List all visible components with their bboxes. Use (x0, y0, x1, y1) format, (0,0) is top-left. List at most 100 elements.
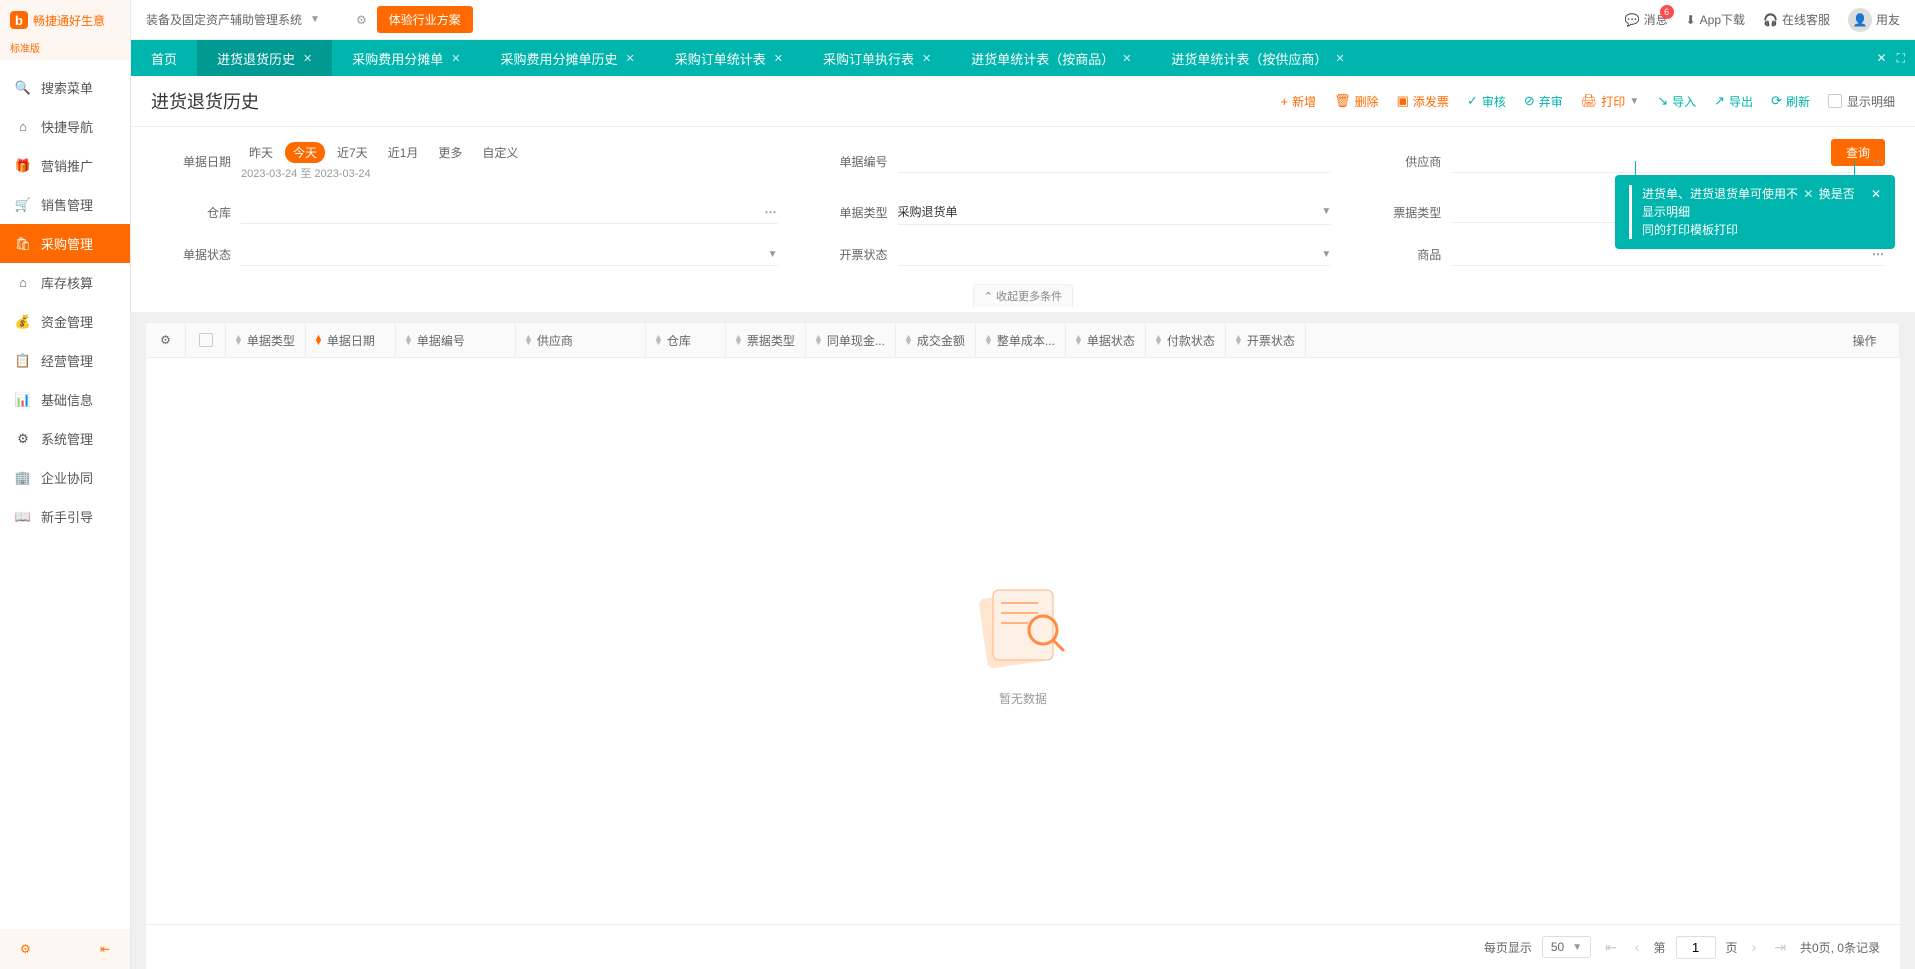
sidebar-item-5[interactable]: ⌂库存核算 (0, 263, 130, 302)
docstatus-select[interactable]: ▼ (241, 244, 778, 266)
tab-2[interactable]: 采购费用分摊单✕ (332, 40, 480, 76)
next-page-button[interactable]: › (1748, 939, 1761, 955)
refresh-button[interactable]: ⟳刷新 (1771, 93, 1810, 110)
column-header[interactable]: ▲▼单据状态 (1066, 323, 1146, 357)
delete-button[interactable]: 🗑删除 (1334, 93, 1379, 110)
column-header[interactable]: ▲▼付款状态 (1146, 323, 1226, 357)
column-header[interactable]: ▲▼同单现金... (806, 323, 896, 357)
add-button[interactable]: +新增 (1280, 93, 1316, 110)
doctype-select[interactable]: 采购退货单▼ (898, 199, 1332, 225)
customer-service-link[interactable]: 🎧 在线客服 (1763, 11, 1830, 28)
sidebar-item-7[interactable]: 📋经营管理 (0, 341, 130, 380)
sidebar-item-0[interactable]: 🔍搜索菜单 (0, 68, 130, 107)
page-title: 进货退货历史 (151, 88, 259, 114)
invoice-button[interactable]: ▣添发票 (1397, 93, 1449, 110)
tab-6[interactable]: 进货单统计表（按商品）✕ (951, 40, 1151, 76)
table-settings-button[interactable]: ⚙ (146, 323, 186, 357)
sort-icon: ▲▼ (1074, 335, 1083, 345)
column-header[interactable]: ▲▼开票状态 (1226, 323, 1306, 357)
import-label: 导入 (1672, 93, 1696, 110)
tab-4[interactable]: 采购订单统计表✕ (655, 40, 803, 76)
app-download-link[interactable]: ⬇ App下载 (1686, 11, 1745, 28)
invoicestatus-select[interactable]: ▼ (898, 244, 1332, 266)
sidebar-item-3[interactable]: 🛒销售管理 (0, 185, 130, 224)
column-header[interactable]: 操作 (1830, 323, 1900, 357)
column-header[interactable]: ▲▼成交金额 (896, 323, 976, 357)
tooltip-inline-close-icon[interactable]: ✕ (1803, 187, 1813, 201)
tab-5[interactable]: 采购订单执行表✕ (803, 40, 951, 76)
column-header[interactable]: ▲▼整单成本... (976, 323, 1066, 357)
date-option[interactable]: 自定义 (474, 142, 526, 163)
sidebar-item-1[interactable]: ⌂快捷导航 (0, 107, 130, 146)
tab-7[interactable]: 进货单统计表（按供应商）✕ (1151, 40, 1364, 76)
export-button[interactable]: ↗导出 (1714, 93, 1753, 110)
sidebar-item-11[interactable]: 📖新手引导 (0, 497, 130, 536)
collapse-filters-button[interactable]: ⌃ 收起更多条件 (973, 284, 1073, 307)
column-header[interactable]: ▲▼单据编号 (396, 323, 516, 357)
sort-icon: ▲▼ (314, 335, 323, 345)
sidebar-item-4[interactable]: 🛍采购管理 (0, 224, 130, 263)
page-input[interactable] (1676, 936, 1716, 959)
import-button[interactable]: ↘导入 (1657, 93, 1696, 110)
tab-bar: 首页进货退货历史✕采购费用分摊单✕采购费用分摊单历史✕采购订单统计表✕采购订单执… (131, 40, 1915, 76)
tab-close-icon[interactable]: ✕ (303, 52, 312, 65)
user-menu[interactable]: 👤 用友 (1848, 8, 1900, 32)
column-header[interactable]: ▲▼供应商 (516, 323, 646, 357)
date-option[interactable]: 更多 (430, 142, 470, 163)
column-header[interactable]: ▲▼单据日期 (306, 323, 396, 357)
date-option[interactable]: 今天 (285, 142, 325, 163)
experience-button[interactable]: 体验行业方案 (377, 6, 473, 33)
system-selector[interactable]: 装备及固定资产辅助管理系统 ▼ (146, 11, 346, 28)
docno-input[interactable] (898, 151, 1332, 173)
sidebar-collapse-icon[interactable]: ⇤ (100, 942, 110, 956)
sidebar-item-8[interactable]: 📊基础信息 (0, 380, 130, 419)
sidebar-item-6[interactable]: 💰资金管理 (0, 302, 130, 341)
tab-close-icon[interactable]: ✕ (774, 52, 783, 65)
close-all-tabs-icon[interactable]: ✕ (1877, 51, 1887, 65)
more-icon[interactable]: ⋯ (1872, 154, 1885, 168)
system-settings-icon[interactable]: ⚙ (356, 13, 367, 27)
tab-close-icon[interactable]: ✕ (451, 52, 460, 65)
prev-page-button[interactable]: ‹ (1631, 939, 1644, 955)
empty-illustration (963, 575, 1083, 675)
more-icon[interactable]: ⋯ (765, 205, 778, 219)
first-page-button[interactable]: ⇤ (1601, 939, 1621, 956)
tab-label: 采购费用分摊单历史 (500, 49, 617, 68)
column-header[interactable]: ▲▼单据类型 (226, 323, 306, 357)
messages-link[interactable]: 💬 消息 6 (1625, 11, 1668, 28)
date-option[interactable]: 近7天 (329, 142, 376, 163)
settings-icon[interactable]: ⚙ (20, 942, 31, 956)
tab-close-icon[interactable]: ✕ (1335, 52, 1344, 65)
discard-button[interactable]: ⊘弃审 (1524, 93, 1563, 110)
date-option[interactable]: 昨天 (241, 142, 281, 163)
content: 进货退货历史 +新增 🗑删除 ▣添发票 ✓审核 ⊘弃审 🖨打印▼ ↘导入 ↗导出… (131, 76, 1915, 969)
fullscreen-icon[interactable]: ⛶ (1897, 51, 1905, 66)
column-header[interactable]: ▲▼仓库 (646, 323, 726, 357)
chevron-down-icon: ▼ (310, 14, 320, 25)
tab-3[interactable]: 采购费用分摊单历史 ✕ (480, 40, 654, 76)
tab-close-icon[interactable]: ✕ (1122, 52, 1131, 65)
logo[interactable]: b 畅捷通好生意 (0, 0, 130, 40)
warehouse-input[interactable]: ⋯ (241, 201, 778, 224)
tooltip-close-icon[interactable]: ✕ (1871, 185, 1881, 239)
more-icon[interactable]: ⋯ (1872, 247, 1885, 261)
last-page-button[interactable]: ⇥ (1770, 939, 1790, 956)
print-button[interactable]: 🖨打印▼ (1581, 93, 1639, 110)
export-icon: ↗ (1714, 93, 1725, 109)
detail-toggle[interactable]: 显示明细 (1828, 93, 1895, 110)
tab-close-icon[interactable]: ✕ (626, 52, 635, 65)
sidebar-item-2[interactable]: 🎁营销推广 (0, 146, 130, 185)
tab-1[interactable]: 进货退货历史✕ (197, 40, 332, 76)
sidebar-item-9[interactable]: ⚙系统管理 (0, 419, 130, 458)
tab-close-icon[interactable]: ✕ (922, 52, 931, 65)
invoice-icon: ▣ (1397, 93, 1409, 109)
sidebar-item-10[interactable]: 🏢企业协同 (0, 458, 130, 497)
select-all-checkbox[interactable] (186, 323, 226, 357)
per-page-select[interactable]: 50 ▼ (1542, 936, 1591, 958)
column-header[interactable]: ▲▼票据类型 (726, 323, 806, 357)
supplier-input[interactable]: ⋯ (1451, 150, 1885, 173)
date-option[interactable]: 近1月 (380, 142, 427, 163)
tab-0[interactable]: 首页 (131, 40, 197, 76)
audit-label: 审核 (1482, 93, 1506, 110)
audit-button[interactable]: ✓审核 (1467, 93, 1506, 110)
